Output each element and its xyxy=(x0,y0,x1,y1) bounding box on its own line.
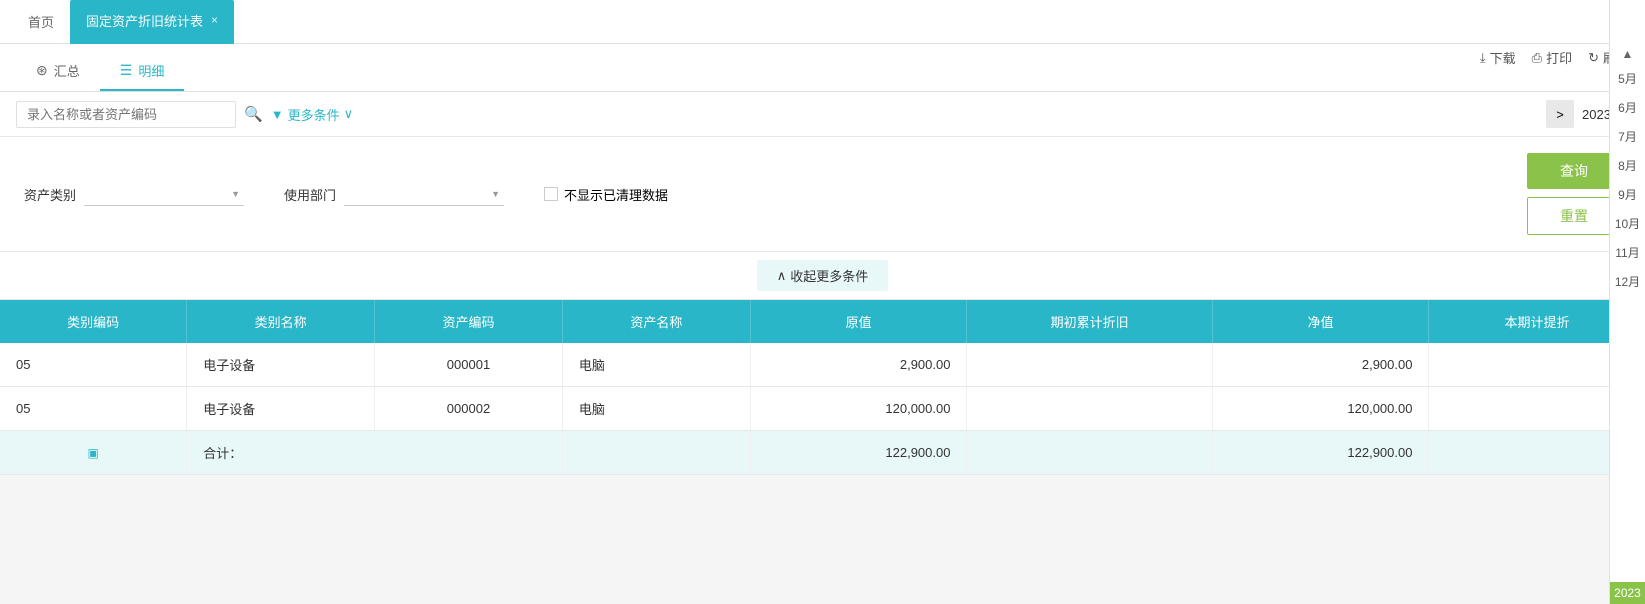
asset-category-field: 资产类别 xyxy=(24,182,244,206)
total-icon-cell: ▣ xyxy=(0,431,187,475)
sidebar-month-item[interactable]: 7月 xyxy=(1611,122,1644,151)
table-total-row: ▣ 合计： 122,900.00 122,900.00 xyxy=(0,431,1645,475)
sub-tabs-bar: ⊛ 汇总 ☰ 明细 ⤓ 下载 ⎙ 打印 ↻ 刷新 xyxy=(0,44,1645,92)
no-cleared-checkbox[interactable] xyxy=(544,187,558,201)
advanced-filter: 资产类别 使用部门 xyxy=(0,137,1645,252)
cell-asset-code: 000002 xyxy=(375,387,563,431)
col-net-value: 净值 xyxy=(1212,300,1429,343)
cell-net-value: 2,900.00 xyxy=(1212,343,1429,387)
cell-accum-dep xyxy=(967,343,1212,387)
summary-icon: ⊛ xyxy=(36,62,48,79)
tab-label: 固定资产折旧统计表 xyxy=(86,11,203,30)
toolbar: ⤓ 下载 ⎙ 打印 ↻ 刷新 xyxy=(1480,48,1629,67)
no-cleared-checkbox-field[interactable]: 不显示已清理数据 xyxy=(544,185,668,204)
detail-icon: ☰ xyxy=(120,62,133,79)
table-row: 05 电子设备 000002 电脑 120,000.00 120,000.00 xyxy=(0,387,1645,431)
asset-category-select[interactable] xyxy=(84,182,244,206)
sidebar-month-item[interactable]: 12月 xyxy=(1611,267,1644,296)
print-label: 打印 xyxy=(1546,48,1572,67)
filter-row: 资产类别 使用部门 xyxy=(24,153,1621,235)
tab-summary-label: 汇总 xyxy=(54,61,80,80)
table-body: 05 电子设备 000001 电脑 2,900.00 2,900.00 05 电… xyxy=(0,343,1645,475)
sidebar-month-item[interactable]: 9月 xyxy=(1611,180,1644,209)
table-row: 05 电子设备 000001 电脑 2,900.00 2,900.00 xyxy=(0,343,1645,387)
col-asset-code: 资产编码 xyxy=(375,300,563,343)
cell-cat-code: 05 xyxy=(0,387,187,431)
table-header: 类别编码 类别名称 资产编码 资产名称 原值 期初累计折旧 净值 本期计提折 xyxy=(0,300,1645,343)
col-accum-dep: 期初累计折旧 xyxy=(967,300,1212,343)
total-accum-dep xyxy=(967,431,1212,475)
collapse-label: 收起更多条件 xyxy=(790,266,868,285)
main-content: ⊛ 汇总 ☰ 明细 ⤓ 下载 ⎙ 打印 ↻ 刷新 xyxy=(0,44,1645,604)
month-list: 5月6月7月8月9月10月11月12月 xyxy=(1611,64,1644,296)
department-field: 使用部门 xyxy=(284,182,504,206)
query-buttons: 查询 重置 xyxy=(1527,153,1621,235)
more-filter-label: 更多条件 xyxy=(288,105,340,124)
no-cleared-label: 不显示已清理数据 xyxy=(564,185,668,204)
col-cat-name: 类别名称 xyxy=(187,300,375,343)
total-original: 122,900.00 xyxy=(750,431,967,475)
data-table-container: 类别编码 类别名称 资产编码 资产名称 原值 期初累计折旧 净值 本期计提折 0… xyxy=(0,300,1645,475)
sidebar-up-button[interactable]: ▲ xyxy=(1614,44,1642,64)
filter-bar: 🔍 ▼ 更多条件 ∨ > 2023.01 xyxy=(0,92,1645,137)
asset-category-label: 资产类别 xyxy=(24,185,76,204)
cell-accum-dep xyxy=(967,387,1212,431)
department-select-wrap xyxy=(344,182,504,206)
top-navigation: 首页 固定资产折旧统计表 × × xyxy=(0,0,1645,44)
cell-cat-name: 电子设备 xyxy=(187,387,375,431)
refresh-icon: ↻ xyxy=(1588,50,1599,66)
cell-net-value: 120,000.00 xyxy=(1212,387,1429,431)
tab-detail-label: 明细 xyxy=(138,61,164,80)
asset-category-select-wrap xyxy=(84,182,244,206)
right-sidebar: ▲ 5月6月7月8月9月10月11月12月 2023 xyxy=(1609,44,1645,604)
download-button[interactable]: ⤓ 下载 xyxy=(1480,48,1516,67)
col-original: 原值 xyxy=(750,300,967,343)
total-net-value: 122,900.00 xyxy=(1212,431,1429,475)
more-filter-button[interactable]: ▼ 更多条件 ∨ xyxy=(271,105,353,124)
collapse-bar: ∧ 收起更多条件 xyxy=(0,252,1645,300)
sidebar-month-item[interactable]: 8月 xyxy=(1611,151,1644,180)
query-button[interactable]: 查询 xyxy=(1527,153,1621,189)
total-label: 合计： xyxy=(187,431,563,475)
col-asset-name: 资产名称 xyxy=(562,300,750,343)
print-icon: ⎙ xyxy=(1532,50,1542,66)
sidebar-month-item[interactable]: 5月 xyxy=(1611,64,1644,93)
cell-original: 120,000.00 xyxy=(750,387,967,431)
cell-asset-code: 000001 xyxy=(375,343,563,387)
download-label: 下载 xyxy=(1490,48,1516,67)
collapse-panel-arrow[interactable]: > xyxy=(1546,100,1574,128)
main-layout: ⊛ 汇总 ☰ 明细 ⤓ 下载 ⎙ 打印 ↻ 刷新 xyxy=(0,44,1645,604)
tab-summary[interactable]: ⊛ 汇总 xyxy=(16,51,100,91)
arrow-right-icon: > xyxy=(1556,107,1564,122)
collapse-button[interactable]: ∧ 收起更多条件 xyxy=(757,260,889,291)
data-table: 类别编码 类别名称 资产编码 资产名称 原值 期初累计折旧 净值 本期计提折 0… xyxy=(0,300,1645,475)
search-icon[interactable]: 🔍 xyxy=(244,105,263,123)
cell-cat-code: 05 xyxy=(0,343,187,387)
chevron-down-icon: ∨ xyxy=(344,106,354,122)
download-icon: ⤓ xyxy=(1480,50,1486,66)
home-nav[interactable]: 首页 xyxy=(16,12,66,31)
department-label: 使用部门 xyxy=(284,185,336,204)
cell-asset-name: 电脑 xyxy=(562,343,750,387)
cell-original: 2,900.00 xyxy=(750,343,967,387)
year-label: 2023 xyxy=(1610,582,1645,604)
total-spacer xyxy=(562,431,750,475)
reset-button[interactable]: 重置 xyxy=(1527,197,1621,235)
filter-icon: ▼ xyxy=(271,107,284,122)
sidebar-month-item[interactable]: 10月 xyxy=(1611,209,1644,238)
search-input[interactable] xyxy=(16,101,236,128)
print-button[interactable]: ⎙ 打印 xyxy=(1532,48,1572,67)
tab-close-icon[interactable]: × xyxy=(211,13,218,27)
cell-cat-name: 电子设备 xyxy=(187,343,375,387)
sidebar-month-item[interactable]: 11月 xyxy=(1611,238,1644,267)
active-tab[interactable]: 固定资产折旧统计表 × xyxy=(70,0,234,44)
tab-detail[interactable]: ☰ 明细 xyxy=(100,51,185,91)
sidebar-month-item[interactable]: 6月 xyxy=(1611,93,1644,122)
collapse-up-icon: ∧ xyxy=(777,268,787,284)
cell-asset-name: 电脑 xyxy=(562,387,750,431)
col-cat-code: 类别编码 xyxy=(0,300,187,343)
department-select[interactable] xyxy=(344,182,504,206)
